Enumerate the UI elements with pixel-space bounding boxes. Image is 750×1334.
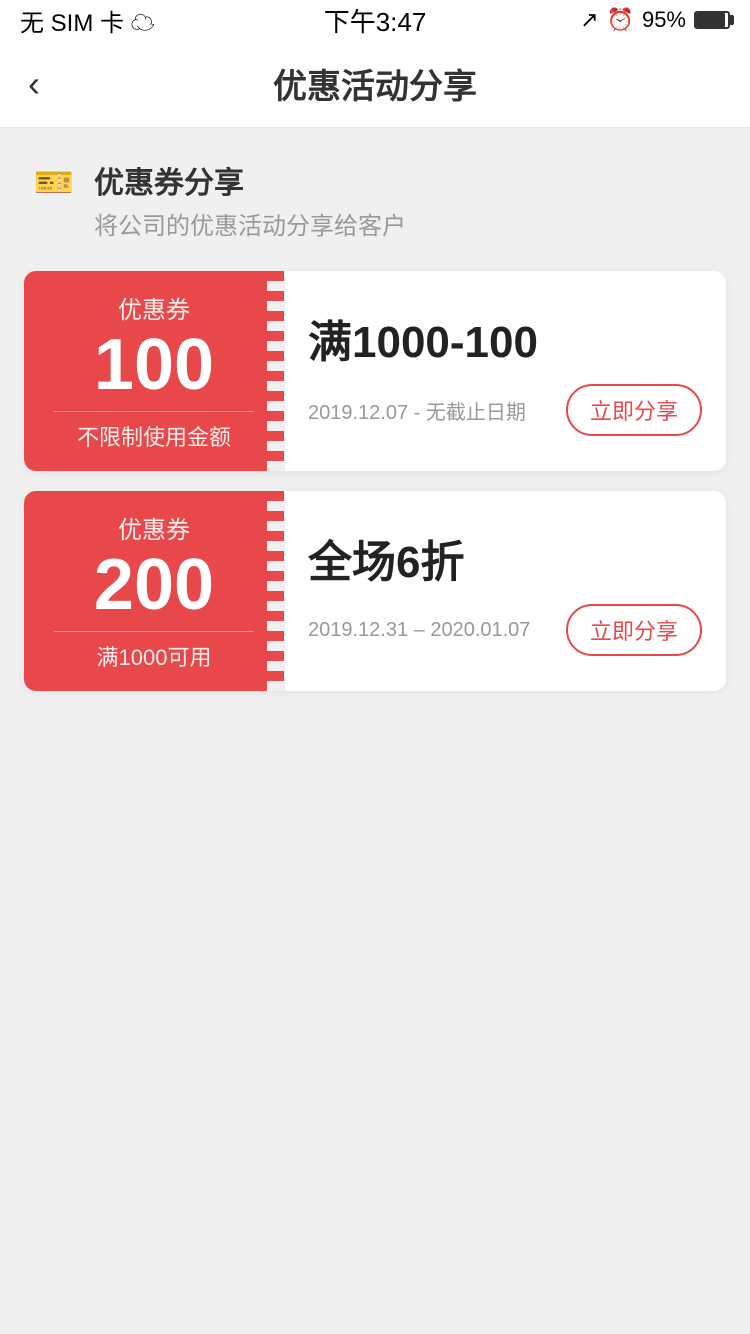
coupon-left-0: 优惠券 100 不限制使用金额 [24,271,284,471]
coupon-icon: 🎫 [30,158,78,206]
page-background [0,711,750,1211]
status-time: 下午3:47 [324,2,427,39]
section-subtitle: 将公司的优惠活动分享给客户 [94,206,406,241]
location-icon: ↗ [580,7,598,33]
section-title: 优惠券分享 [94,158,406,202]
alarm-icon: ⏰ [607,7,634,33]
status-left: 无 SIM 卡 ☁ [20,3,155,38]
coupon-right-0: 满1000-100 2019.12.07 - 无截止日期 立即分享 [284,271,726,471]
section-header: 🎫 优惠券分享 将公司的优惠活动分享给客户 [0,128,750,261]
coupon-label-0: 优惠券 [118,290,190,325]
coupon-name-1: 全场6折 [308,526,702,590]
coupon-right-1: 全场6折 2019.12.31 – 2020.01.07 立即分享 [284,491,726,691]
battery-text: 95% [642,7,686,33]
coupon-date-0: 2019.12.07 - 无截止日期 [308,396,526,425]
coupon-name-0: 满1000-100 [308,306,702,370]
coupon-amount-1: 200 [94,549,214,621]
coupon-list: 优惠券 100 不限制使用金额 满1000-100 2019.12.07 - 无… [0,261,750,711]
status-bar: 无 SIM 卡 ☁ 下午3:47 ↗ ⏰ 95% [0,0,750,40]
battery-icon [694,11,730,29]
coupon-divider-1 [54,631,254,632]
coupon-divider-0 [54,411,254,412]
coupon-bottom-row-1: 2019.12.31 – 2020.01.07 立即分享 [308,604,702,656]
coupon-share-button-0[interactable]: 立即分享 [566,384,702,436]
coupon-bottom-row-0: 2019.12.07 - 无截止日期 立即分享 [308,384,702,436]
coupon-card: 优惠券 100 不限制使用金额 满1000-100 2019.12.07 - 无… [24,271,726,471]
signal-text: 无 SIM 卡 ☁ [20,3,155,38]
coupon-condition-1: 满1000可用 [97,640,212,672]
nav-bar: ‹ 优惠活动分享 [0,40,750,128]
coupon-card: 优惠券 200 满1000可用 全场6折 2019.12.31 – 2020.0… [24,491,726,691]
section-text: 优惠券分享 将公司的优惠活动分享给客户 [94,158,406,241]
coupon-condition-0: 不限制使用金额 [77,420,231,452]
coupon-label-1: 优惠券 [118,510,190,545]
back-button[interactable]: ‹ [28,63,40,105]
coupon-share-button-1[interactable]: 立即分享 [566,604,702,656]
coupon-left-1: 优惠券 200 满1000可用 [24,491,284,691]
status-right: ↗ ⏰ 95% [580,7,730,33]
coupon-amount-0: 100 [94,329,214,401]
page-title: 优惠活动分享 [273,59,477,108]
coupon-date-1: 2019.12.31 – 2020.01.07 [308,619,530,642]
